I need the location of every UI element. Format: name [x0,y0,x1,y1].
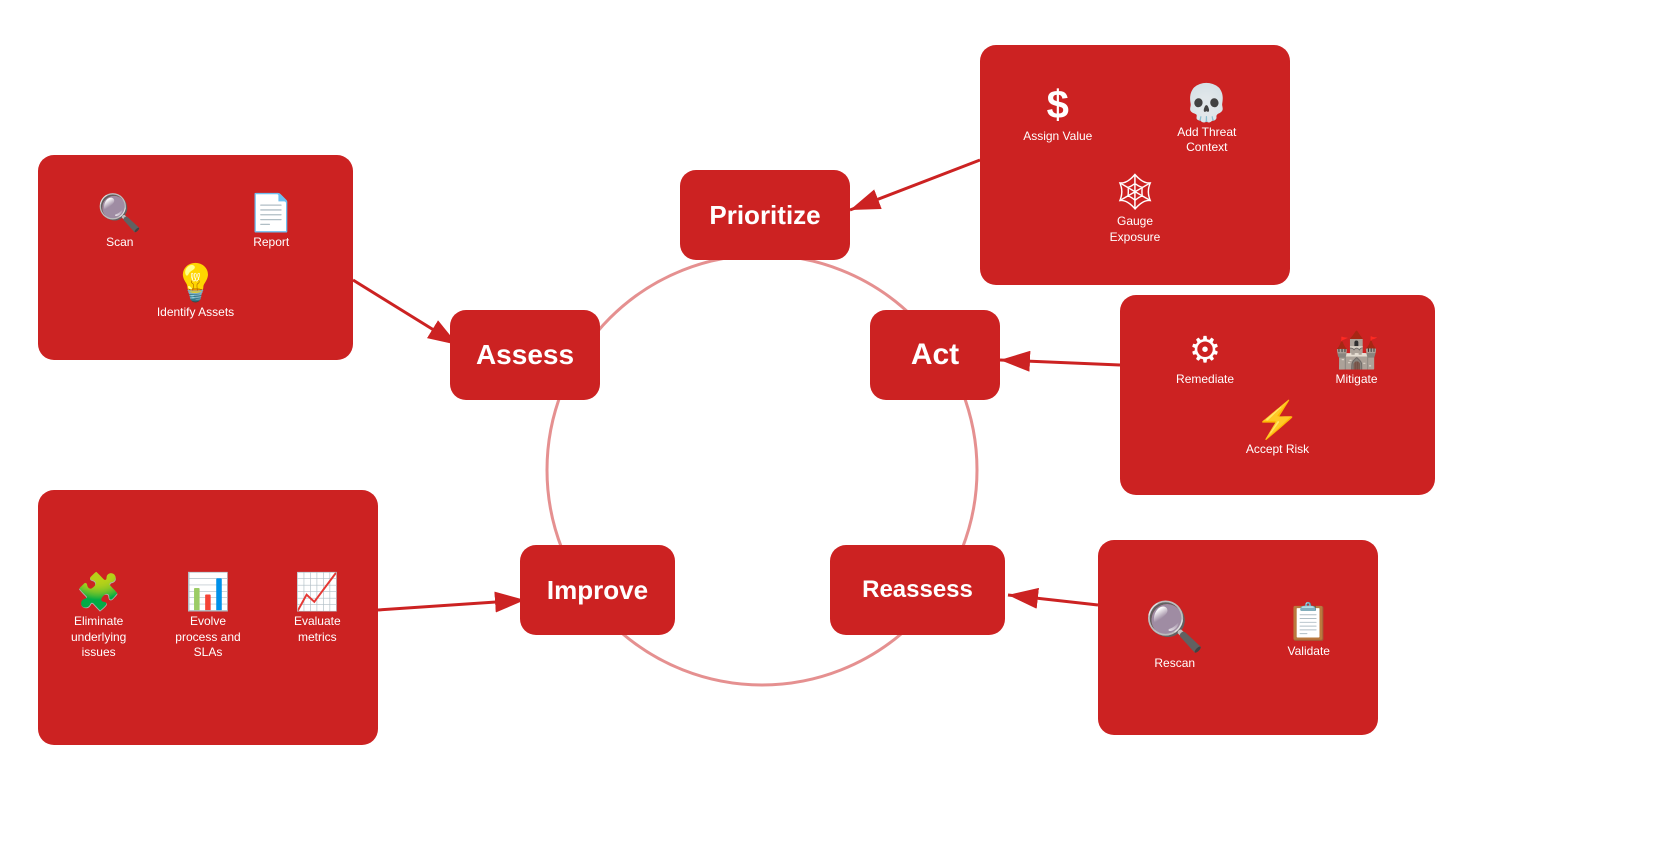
assess-node[interactable]: Assess [450,310,600,400]
scan-label: Scan [106,235,133,251]
remediate-label: Remediate [1176,372,1234,388]
reassess-group: 🔍 Rescan 📋 Validate [1098,540,1378,735]
mitigate-label: Mitigate [1336,372,1378,388]
improve-label: Improve [547,575,648,606]
mitigate-item[interactable]: 🏰 Mitigate [1334,332,1379,388]
gauge-exposure-icon: 🕸 [1112,174,1158,210]
scan-group: 🔍 Scan 📄 Report 💡 Identify Assets [38,155,353,360]
assign-value-icon: $ [1047,85,1069,125]
assign-value-label: Assign Value [1023,129,1092,145]
identify-assets-icon: 💡 [173,265,218,301]
reassess-label: Reassess [862,576,973,604]
rescan-label: Rescan [1154,656,1195,672]
add-threat-context-item[interactable]: 💀 Add Threat Context [1167,85,1247,156]
rescan-item[interactable]: 🔍 Rescan [1145,604,1205,672]
act-node[interactable]: Act [870,310,1000,400]
evaluate-label: Evaluate metrics [277,614,357,645]
remediate-icon: ⚙ [1189,332,1221,368]
evaluate-item[interactable]: 📈 Evaluate metrics [277,574,357,645]
report-icon: 📄 [249,195,294,231]
validate-label: Validate [1287,644,1329,660]
identify-assets-label: Identify Assets [157,305,234,321]
accept-risk-icon: ⚡ [1255,402,1300,438]
gauge-exposure-label: Gauge Exposure [1095,214,1175,245]
reassess-node[interactable]: Reassess [830,545,1005,635]
identify-assets-item[interactable]: 💡 Identify Assets [157,265,234,321]
add-threat-context-label: Add Threat Context [1167,125,1247,156]
act-group: ⚙ Remediate 🏰 Mitigate ⚡ Accept Risk [1120,295,1435,495]
evolve-icon: 📊 [186,574,231,610]
rescan-icon: 🔍 [1145,604,1205,652]
prioritize-group: $ Assign Value 💀 Add Threat Context 🕸 Ga… [980,45,1290,285]
prioritize-node[interactable]: Prioritize [680,170,850,260]
add-threat-context-icon: 💀 [1184,85,1229,121]
validate-icon: 📋 [1286,604,1331,640]
accept-risk-label: Accept Risk [1246,442,1309,458]
mitigate-icon: 🏰 [1334,332,1379,368]
evolve-item[interactable]: 📊 Evolve process and SLAs [168,574,248,661]
gauge-exposure-item[interactable]: 🕸 Gauge Exposure [1095,174,1175,245]
scan-item[interactable]: 🔍 Scan [97,195,142,251]
evaluate-icon: 📈 [295,574,340,610]
diagram-container: Assess Prioritize Act Reassess Improve 🔍… [0,0,1674,864]
scan-icon: 🔍 [97,195,142,231]
eliminate-label: Eliminate underlying issues [59,614,139,661]
act-label: Act [911,338,959,372]
accept-risk-item[interactable]: ⚡ Accept Risk [1246,402,1309,458]
evolve-label: Evolve process and SLAs [168,614,248,661]
remediate-item[interactable]: ⚙ Remediate [1176,332,1234,388]
report-item[interactable]: 📄 Report [249,195,294,251]
improve-group: 🧩 Eliminate underlying issues 📊 Evolve p… [38,490,378,745]
assign-value-item[interactable]: $ Assign Value [1023,85,1092,145]
improve-node[interactable]: Improve [520,545,675,635]
report-label: Report [253,235,289,251]
eliminate-icon: 🧩 [76,574,121,610]
eliminate-item[interactable]: 🧩 Eliminate underlying issues [59,574,139,661]
prioritize-label: Prioritize [709,200,820,231]
assess-label: Assess [476,339,574,371]
validate-item[interactable]: 📋 Validate [1286,604,1331,660]
